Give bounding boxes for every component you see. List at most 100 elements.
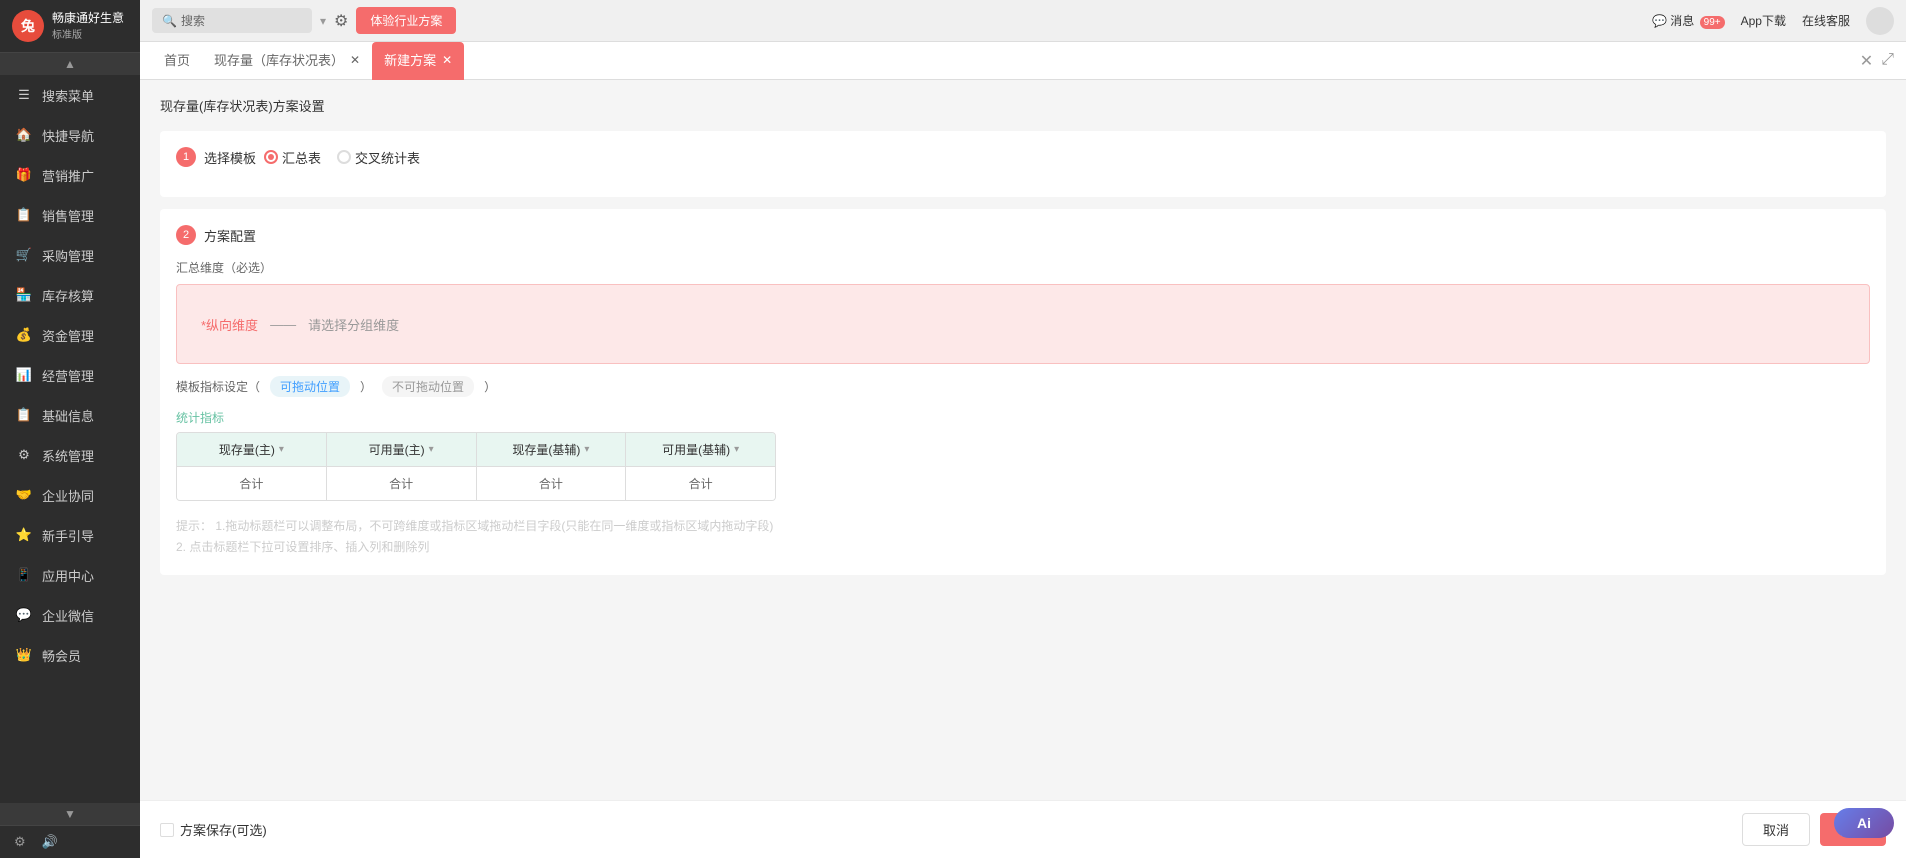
chevron-down-icon-1[interactable]: ▾ bbox=[429, 444, 434, 455]
sidebar-logo: 兔 畅康通好生意 标准版 bbox=[0, 0, 140, 53]
vertical-dim-label: *纵向维度 bbox=[201, 315, 258, 334]
close-panel-icon[interactable]: ✕ bbox=[1860, 51, 1873, 71]
stats-col-1-header[interactable]: 可用量(主) ▾ bbox=[327, 433, 476, 467]
expand-panel-icon[interactable]: ⤢ bbox=[1881, 51, 1894, 71]
stats-col-3-header[interactable]: 可用量(基辅) ▾ bbox=[626, 433, 775, 467]
sidebar-item-vip[interactable]: 👑 畅会员 bbox=[0, 635, 140, 675]
sidebar-item-label: 基础信息 bbox=[42, 406, 94, 425]
step1-header: 1 选择模板 汇总表 交叉统计表 bbox=[176, 147, 1870, 167]
tab-bar: 首页 现存量（库存状况表） ✕ 新建方案 ✕ ✕ ⤢ bbox=[140, 42, 1906, 80]
tab-inventory[interactable]: 现存量（库存状况表） ✕ bbox=[202, 42, 372, 80]
tab-actions-right: ✕ ⤢ bbox=[1860, 51, 1894, 71]
marketing-icon: 🎁 bbox=[14, 165, 34, 185]
stats-table: 现存量(主) ▾ 合计 可用量(主) ▾ 合计 bbox=[176, 432, 776, 501]
tips-area: 提示： 1.拖动标题栏可以调整布局，不可跨维度或指标区域拖动栏目字段(只能在同一… bbox=[176, 517, 1870, 555]
sidebar-item-label: 企业协同 bbox=[42, 486, 94, 505]
indicator-setting-label: 模板指标设定（ bbox=[176, 378, 260, 395]
wechat-icon: 💬 bbox=[14, 605, 34, 625]
sidebar-item-system[interactable]: ⚙ 系统管理 bbox=[0, 435, 140, 475]
message-badge: 99+ bbox=[1700, 16, 1725, 29]
radio-cross-label: 交叉统计表 bbox=[355, 148, 420, 167]
sidebar-item-label: 搜索菜单 bbox=[42, 86, 94, 105]
sidebar-item-wechat[interactable]: 💬 企业微信 bbox=[0, 595, 140, 635]
sidebar-nav: ☰ 搜索菜单 🏠 快捷导航 🎁 营销推广 📋 销售管理 🛒 采购管理 🏪 库存核… bbox=[0, 75, 140, 803]
tab-new-plan[interactable]: 新建方案 ✕ bbox=[372, 42, 464, 80]
stats-col-2-label: 现存量(基辅) bbox=[512, 441, 580, 458]
tab-inventory-label: 现存量（库存状况表） bbox=[214, 50, 344, 69]
stats-col-2-header[interactable]: 现存量(基辅) ▾ bbox=[477, 433, 626, 467]
save-checkbox[interactable] bbox=[160, 823, 174, 837]
dimension-dash: —— bbox=[270, 317, 296, 332]
step2-badge: 2 bbox=[176, 225, 196, 245]
sidebar-item-inventory[interactable]: 🏪 库存核算 bbox=[0, 275, 140, 315]
quick-nav-icon: 🏠 bbox=[14, 125, 34, 145]
sidebar-item-app-center[interactable]: 📱 应用中心 bbox=[0, 555, 140, 595]
cancel-button[interactable]: 取消 bbox=[1742, 813, 1810, 846]
user-avatar[interactable] bbox=[1866, 7, 1894, 35]
sidebar-item-purchase[interactable]: 🛒 采购管理 bbox=[0, 235, 140, 275]
sidebar-item-marketing[interactable]: 🎁 营销推广 bbox=[0, 155, 140, 195]
audio-icon[interactable]: 🔊 bbox=[42, 834, 58, 850]
stats-col-1-cell: 合计 bbox=[327, 467, 476, 500]
stats-col-2: 现存量(基辅) ▾ 合计 bbox=[477, 433, 627, 500]
sidebar-item-new-guide[interactable]: ⭐ 新手引导 bbox=[0, 515, 140, 555]
basic-info-icon: 📋 bbox=[14, 405, 34, 425]
sidebar-item-sales[interactable]: 📋 销售管理 bbox=[0, 195, 140, 235]
vip-icon: 👑 bbox=[14, 645, 34, 665]
radio-cross-dot bbox=[337, 150, 351, 164]
topbar-gear-icon[interactable]: ⚙ bbox=[334, 11, 348, 31]
search-menu-icon: ☰ bbox=[14, 85, 34, 105]
topbar-right: 💬 消息 99+ App下载 在线客服 bbox=[1652, 7, 1894, 35]
sidebar-item-label: 系统管理 bbox=[42, 446, 94, 465]
scroll-down-button[interactable]: ▼ bbox=[0, 803, 140, 825]
radio-summary[interactable]: 汇总表 bbox=[264, 148, 321, 167]
sidebar-item-search[interactable]: ☰ 搜索菜单 bbox=[0, 75, 140, 115]
sidebar-item-label: 畅会员 bbox=[42, 646, 81, 665]
chevron-down-icon-3[interactable]: ▾ bbox=[734, 444, 739, 455]
stats-header-row: 现存量(主) ▾ 合计 可用量(主) ▾ 合计 bbox=[177, 433, 775, 500]
new-guide-icon: ⭐ bbox=[14, 525, 34, 545]
bottom-bar: 方案保存(可选) 取消 查询 bbox=[140, 800, 1906, 858]
search-icon: 🔍 bbox=[162, 14, 177, 28]
ai-fab-button[interactable]: Ai bbox=[1834, 808, 1894, 838]
inventory-icon: 🏪 bbox=[14, 285, 34, 305]
sidebar-bottom: ⚙ 🔊 bbox=[0, 825, 140, 858]
dimension-area[interactable]: *纵向维度 —— 请选择分组维度 bbox=[176, 284, 1870, 364]
dimension-placeholder: 请选择分组维度 bbox=[308, 315, 399, 334]
stats-col-0-header[interactable]: 现存量(主) ▾ bbox=[177, 433, 326, 467]
sidebar-item-basic-info[interactable]: 📋 基础信息 bbox=[0, 395, 140, 435]
topbar-chevron-down-icon[interactable]: ▾ bbox=[320, 14, 326, 28]
radio-cross[interactable]: 交叉统计表 bbox=[337, 148, 420, 167]
stats-col-0: 现存量(主) ▾ 合计 bbox=[177, 433, 327, 500]
save-checkbox-item[interactable]: 方案保存(可选) bbox=[160, 820, 267, 839]
sidebar-item-quick-nav[interactable]: 🏠 快捷导航 bbox=[0, 115, 140, 155]
tip-2: 2. 点击标题栏下拉可设置排序、插入列和删除列 bbox=[176, 538, 1870, 555]
tab-home[interactable]: 首页 bbox=[152, 42, 202, 80]
sidebar: 兔 畅康通好生意 标准版 ▲ ☰ 搜索菜单 🏠 快捷导航 🎁 营销推广 📋 销售… bbox=[0, 0, 140, 858]
finance-icon: 💰 bbox=[14, 325, 34, 345]
app-download-link[interactable]: App下载 bbox=[1741, 12, 1786, 29]
topbar-search[interactable]: 🔍 搜索 bbox=[152, 8, 312, 33]
trial-button[interactable]: 体验行业方案 bbox=[356, 7, 456, 34]
sidebar-item-label: 经营管理 bbox=[42, 366, 94, 385]
operations-icon: 📊 bbox=[14, 365, 34, 385]
tab-inventory-close-icon[interactable]: ✕ bbox=[350, 53, 360, 67]
online-service-link[interactable]: 在线客服 bbox=[1802, 12, 1850, 29]
sidebar-item-enterprise[interactable]: 🤝 企业协同 bbox=[0, 475, 140, 515]
topbar: 🔍 搜索 ▾ ⚙ 体验行业方案 💬 消息 99+ App下载 在线客服 bbox=[140, 0, 1906, 42]
step1-title: 选择模板 bbox=[204, 148, 256, 167]
message-label[interactable]: 💬 消息 99+ bbox=[1652, 12, 1725, 29]
chevron-down-icon-2[interactable]: ▾ bbox=[584, 444, 589, 455]
settings-icon[interactable]: ⚙ bbox=[14, 834, 26, 850]
sidebar-item-operations[interactable]: 📊 经营管理 bbox=[0, 355, 140, 395]
tab-new-plan-close-icon[interactable]: ✕ bbox=[442, 53, 452, 67]
chevron-down-icon-0[interactable]: ▾ bbox=[279, 444, 284, 455]
app-center-icon: 📱 bbox=[14, 565, 34, 585]
stats-col-1: 可用量(主) ▾ 合计 bbox=[327, 433, 477, 500]
step2-title: 方案配置 bbox=[204, 226, 256, 245]
scroll-up-button[interactable]: ▲ bbox=[0, 53, 140, 75]
sidebar-item-label: 营销推广 bbox=[42, 166, 94, 185]
dimension-field-label: 汇总维度（必选） bbox=[176, 259, 1870, 276]
sidebar-item-finance[interactable]: 💰 资金管理 bbox=[0, 315, 140, 355]
stats-col-3: 可用量(基辅) ▾ 合计 bbox=[626, 433, 775, 500]
